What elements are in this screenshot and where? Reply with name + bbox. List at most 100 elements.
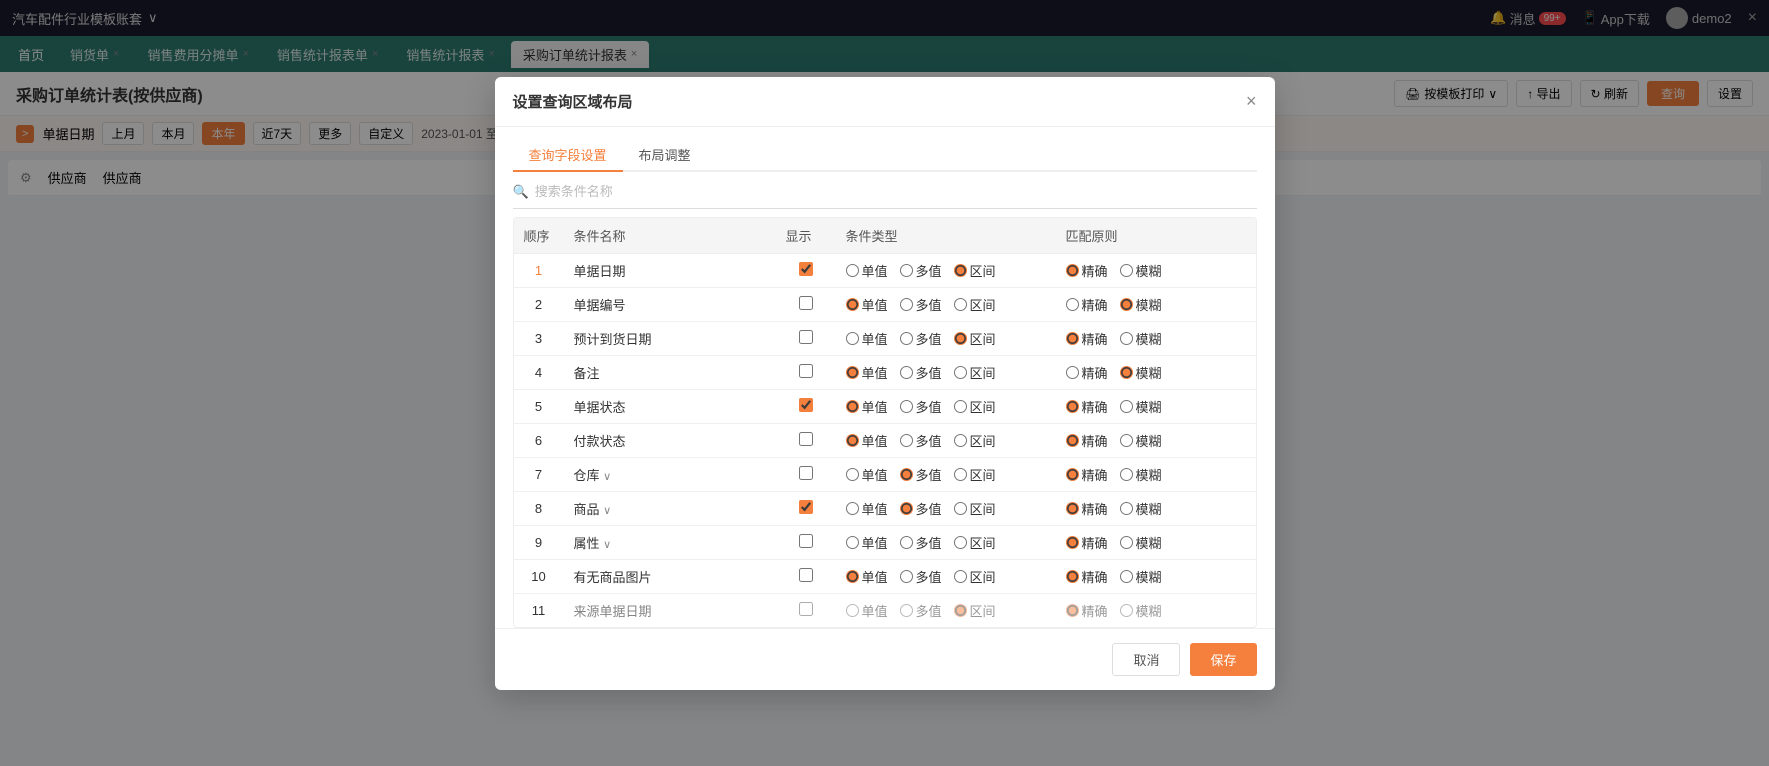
col-header-type: 条件类型 bbox=[836, 218, 1056, 254]
save-button[interactable]: 保存 bbox=[1190, 643, 1256, 676]
type-radio-single[interactable] bbox=[846, 264, 859, 277]
match-radio-fuzzy[interactable] bbox=[1120, 536, 1133, 549]
tab-layout-adjust[interactable]: 布局调整 bbox=[623, 139, 707, 172]
chevron-down-icon: ∨ bbox=[603, 505, 611, 517]
match-radio-exact[interactable] bbox=[1066, 298, 1079, 311]
type-radio-single[interactable] bbox=[846, 298, 859, 311]
type-radio-multi[interactable] bbox=[900, 536, 913, 549]
cell-name: 属性 ∨ bbox=[564, 525, 776, 559]
modal-footer: 取消 保存 bbox=[495, 628, 1275, 690]
match-radio-exact[interactable] bbox=[1066, 536, 1079, 549]
cell-match: 精确模糊 bbox=[1056, 389, 1256, 423]
type-radio-single[interactable] bbox=[846, 332, 859, 345]
match-radio-fuzzy[interactable] bbox=[1120, 332, 1133, 345]
match-radio-fuzzy[interactable] bbox=[1120, 400, 1133, 413]
type-radio-0[interactable] bbox=[846, 604, 859, 617]
type-radio-range[interactable] bbox=[954, 468, 967, 481]
cell-name: 单据状态 bbox=[564, 389, 776, 423]
seq-num: 1 bbox=[535, 263, 542, 278]
display-checkbox[interactable] bbox=[799, 500, 813, 514]
type-radio-range[interactable] bbox=[954, 434, 967, 447]
type-radio-single[interactable] bbox=[846, 468, 859, 481]
match-radio-exact[interactable] bbox=[1066, 434, 1079, 447]
search-icon: 🔍 bbox=[513, 184, 529, 200]
type-radio-range[interactable] bbox=[954, 264, 967, 277]
type-radio-single[interactable] bbox=[846, 400, 859, 413]
match-radio-exact[interactable] bbox=[1066, 366, 1079, 379]
display-checkbox[interactable] bbox=[799, 534, 813, 548]
cell-seq: 11 bbox=[514, 593, 564, 627]
match-radio-exact[interactable] bbox=[1066, 264, 1079, 277]
cell-display bbox=[776, 525, 836, 559]
cancel-button[interactable]: 取消 bbox=[1112, 643, 1180, 676]
match-radio-exact[interactable] bbox=[1066, 400, 1079, 413]
type-radio-multi[interactable] bbox=[900, 400, 913, 413]
type-radio-multi[interactable] bbox=[900, 434, 913, 447]
match-radio-exact[interactable] bbox=[1066, 570, 1079, 583]
display-checkbox[interactable] bbox=[799, 602, 813, 616]
type-radio-multi[interactable] bbox=[900, 366, 913, 379]
display-checkbox[interactable] bbox=[799, 296, 813, 310]
display-checkbox[interactable] bbox=[799, 568, 813, 582]
cell-type: 单值多值区间 bbox=[836, 389, 1056, 423]
match-radio-fuzzy[interactable] bbox=[1120, 366, 1133, 379]
type-radio-range[interactable] bbox=[954, 400, 967, 413]
type-radio-multi[interactable] bbox=[900, 468, 913, 481]
match-radio-fuzzy[interactable] bbox=[1120, 570, 1133, 583]
modal-close-btn[interactable]: × bbox=[1246, 91, 1257, 112]
col-header-display: 显示 bbox=[776, 218, 836, 254]
modal-table: 顺序 条件名称 显示 条件类型 匹配原则 1单据日期单值多值区间精确模糊2单据编… bbox=[514, 218, 1256, 627]
cell-name: 单据日期 bbox=[564, 253, 776, 287]
cell-type: 单值多值区间 bbox=[836, 253, 1056, 287]
type-radio-range[interactable] bbox=[954, 570, 967, 583]
search-input[interactable] bbox=[535, 184, 1257, 199]
type-radio-range[interactable] bbox=[954, 366, 967, 379]
match-radio-exact[interactable] bbox=[1066, 502, 1079, 515]
table-row: 11来源单据日期单值多值区间精确模糊 bbox=[514, 593, 1256, 627]
type-radio-single[interactable] bbox=[846, 434, 859, 447]
cell-seq: 8 bbox=[514, 491, 564, 525]
match-radio-fuzzy[interactable] bbox=[1120, 298, 1133, 311]
display-checkbox[interactable] bbox=[799, 364, 813, 378]
type-radio-multi[interactable] bbox=[900, 502, 913, 515]
cell-match: 精确模糊 bbox=[1056, 593, 1256, 627]
match-radio-exact[interactable] bbox=[1066, 468, 1079, 481]
type-radio-range[interactable] bbox=[954, 502, 967, 515]
cell-seq: 7 bbox=[514, 457, 564, 491]
tab-query-fields[interactable]: 查询字段设置 bbox=[513, 139, 623, 172]
type-radio-multi[interactable] bbox=[900, 264, 913, 277]
display-checkbox[interactable] bbox=[799, 262, 813, 276]
match-radio-fuzzy[interactable] bbox=[1120, 434, 1133, 447]
cell-seq: 1 bbox=[514, 253, 564, 287]
cell-name: 来源单据日期 bbox=[564, 593, 776, 627]
table-row: 1单据日期单值多值区间精确模糊 bbox=[514, 253, 1256, 287]
match-radio-exact[interactable] bbox=[1066, 332, 1079, 345]
match-radio-fuzzy[interactable] bbox=[1120, 468, 1133, 481]
display-checkbox[interactable] bbox=[799, 398, 813, 412]
cell-display bbox=[776, 287, 836, 321]
type-radio-single[interactable] bbox=[846, 570, 859, 583]
display-checkbox[interactable] bbox=[799, 432, 813, 446]
type-radio-single[interactable] bbox=[846, 502, 859, 515]
cell-display bbox=[776, 593, 836, 627]
table-row: 5单据状态单值多值区间精确模糊 bbox=[514, 389, 1256, 423]
type-radio-single[interactable] bbox=[846, 366, 859, 379]
display-checkbox[interactable] bbox=[799, 466, 813, 480]
match-radio-fuzzy[interactable] bbox=[1120, 502, 1133, 515]
match-radio-fuzzy[interactable] bbox=[1120, 264, 1133, 277]
type-radio-multi[interactable] bbox=[900, 570, 913, 583]
type-radio-multi[interactable] bbox=[900, 332, 913, 345]
type-radio-1[interactable] bbox=[900, 604, 913, 617]
type-radio-single[interactable] bbox=[846, 536, 859, 549]
modal-dialog: 设置查询区域布局 × 查询字段设置 布局调整 🔍 顺序 bbox=[495, 77, 1275, 690]
cell-name: 商品 ∨ bbox=[564, 491, 776, 525]
display-checkbox[interactable] bbox=[799, 330, 813, 344]
type-radio-2[interactable] bbox=[954, 604, 967, 617]
type-radio-range[interactable] bbox=[954, 536, 967, 549]
match-radio-fuzzy[interactable] bbox=[1120, 604, 1133, 617]
type-radio-range[interactable] bbox=[954, 332, 967, 345]
match-radio-exact[interactable] bbox=[1066, 604, 1079, 617]
type-radio-range[interactable] bbox=[954, 298, 967, 311]
cell-type: 单值多值区间 bbox=[836, 457, 1056, 491]
type-radio-multi[interactable] bbox=[900, 298, 913, 311]
